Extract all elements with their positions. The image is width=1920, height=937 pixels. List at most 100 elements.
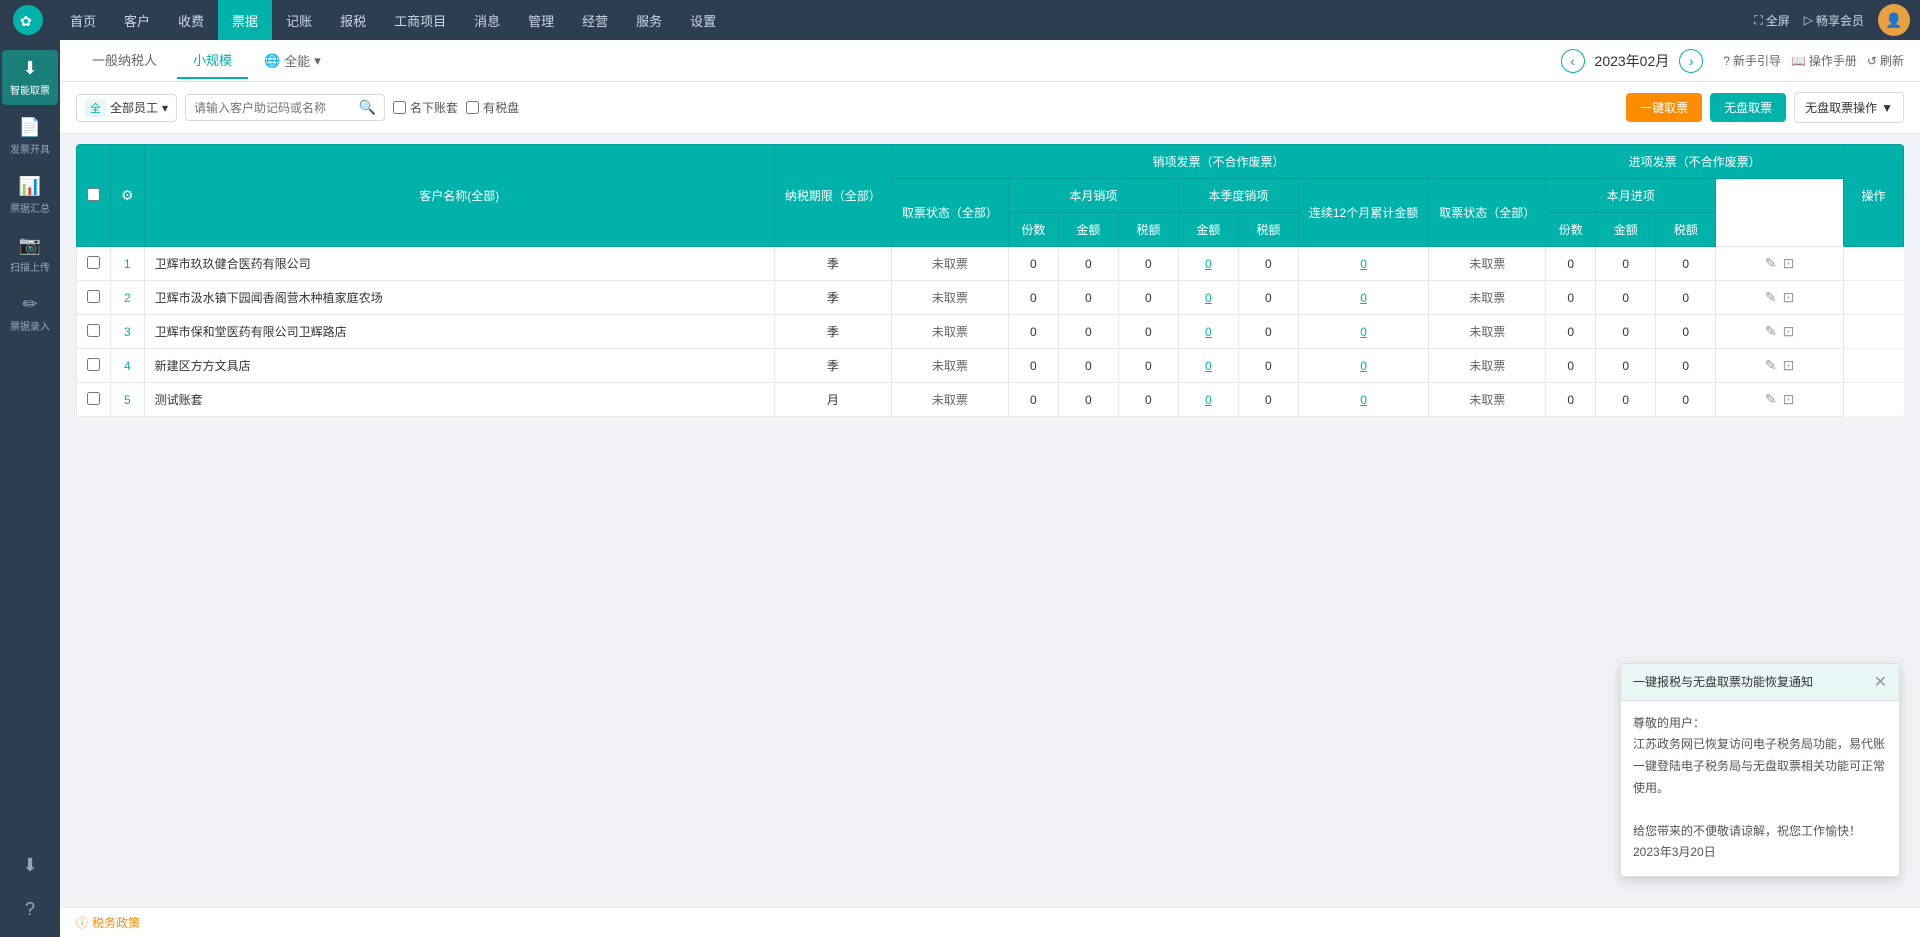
sidebar-question-icon[interactable]: ? [12, 891, 48, 927]
sidebar-item-scan-upload[interactable]: 📷 扫描上传 [2, 227, 58, 282]
fullscreen-btn[interactable]: ⛶ 全屏 [1754, 12, 1789, 29]
cumulative-link[interactable]: 0 [1360, 393, 1367, 407]
info-circle-icon: ⓘ [76, 914, 88, 931]
row-sq-amount: 0 [1178, 247, 1238, 281]
invoice-table: ⚙ 客户名称(全部) 纳税期限（全部） 销项发票（不合作废票） 进项发票（不合作… [76, 144, 1904, 417]
table-settings-icon[interactable]: ⚙ [121, 187, 134, 203]
cumulative-link[interactable]: 0 [1360, 359, 1367, 373]
tax-policy-link[interactable]: ⓘ 税务政策 [76, 914, 140, 931]
row-checkbox[interactable] [87, 256, 100, 269]
row-checkbox[interactable] [87, 358, 100, 371]
my-accounts-checkbox[interactable] [393, 101, 406, 114]
sidebar-bottom: ⬇ ? [12, 847, 48, 937]
select-all-checkbox[interactable] [87, 188, 100, 201]
tax-disk-checkbox-label[interactable]: 有税盘 [466, 99, 519, 116]
th-tax-period: 纳税期限（全部） [774, 145, 891, 247]
nav-home[interactable]: 首页 [56, 0, 110, 40]
tab-general-taxpayer[interactable]: 一般纳税人 [76, 42, 173, 79]
no-disk-ops-btn[interactable]: 无盘取票操作 ▼ [1794, 92, 1904, 123]
row-actions: ✎ ⊡ [1716, 349, 1844, 383]
next-month-btn[interactable]: › [1679, 49, 1703, 73]
sidebar-item-invoice-issue[interactable]: 📄 发票开具 [2, 109, 58, 164]
nav-service[interactable]: 服务 [622, 0, 676, 40]
notification-title: 一键报税与无盘取票功能恢复通知 [1633, 673, 1813, 690]
ticket-entry-icon: ✏ [22, 294, 37, 315]
view-icon[interactable]: ⊡ [1783, 289, 1795, 306]
sq-amount-link[interactable]: 0 [1205, 257, 1212, 271]
one-key-ticket-btn[interactable]: 一键取票 [1626, 93, 1702, 122]
row-checkbox[interactable] [87, 290, 100, 303]
sq-amount-link[interactable]: 0 [1205, 393, 1212, 407]
row-pm-tax: 0 [1656, 315, 1716, 349]
row-checkbox-cell [77, 247, 111, 281]
sq-amount-link[interactable]: 0 [1205, 291, 1212, 305]
th-pm-copies: 份数 [1546, 213, 1596, 247]
row-index: 5 [111, 383, 145, 417]
cumulative-link[interactable]: 0 [1360, 291, 1367, 305]
question-icon: ? [1723, 54, 1730, 68]
bottom-bar: ⓘ 税务政策 [60, 907, 1920, 937]
sidebar-download-icon[interactable]: ⬇ [12, 847, 48, 883]
row-tax-period: 季 [774, 315, 891, 349]
notification-close-btn[interactable]: ✕ [1874, 672, 1887, 692]
nav-message[interactable]: 消息 [460, 0, 514, 40]
row-pm-amount: 0 [1596, 315, 1656, 349]
no-disk-ticket-btn[interactable]: 无盘取票 [1710, 93, 1786, 122]
sidebar: ⬇ 智能取票 📄 发票开具 📊 票据汇总 📷 扫描上传 ✏ 票据录入 ⬇ ? [0, 40, 60, 937]
employee-select[interactable]: 全 全部员工 ▾ [76, 94, 177, 122]
nav-fee[interactable]: 收费 [164, 0, 218, 40]
tab-small-scale[interactable]: 小规模 [177, 42, 248, 79]
nav-business[interactable]: 工商项目 [380, 0, 460, 40]
row-pm-copies: 0 [1546, 349, 1596, 383]
search-input[interactable] [194, 101, 355, 115]
edit-icon[interactable]: ✎ [1765, 289, 1777, 306]
row-pm-amount: 0 [1596, 349, 1656, 383]
row-customer: 卫辉市玖玖健合医药有限公司 [144, 247, 774, 281]
edit-icon[interactable]: ✎ [1765, 255, 1777, 272]
row-purchase-status: 未取票 [1429, 383, 1546, 417]
view-icon[interactable]: ⊡ [1783, 357, 1795, 374]
table-body: 1 卫辉市玖玖健合医药有限公司 季 未取票 0 0 0 0 0 0 未取票 0 … [77, 247, 1904, 417]
nav-settings[interactable]: 设置 [676, 0, 730, 40]
nav-bookkeeping[interactable]: 记账 [272, 0, 326, 40]
row-sm-tax: 0 [1118, 281, 1178, 315]
app-logo[interactable]: ✿ [10, 2, 46, 38]
row-checkbox[interactable] [87, 392, 100, 405]
edit-icon[interactable]: ✎ [1765, 357, 1777, 374]
row-purchase-status: 未取票 [1429, 349, 1546, 383]
refresh-btn[interactable]: ↺ 刷新 [1867, 52, 1904, 69]
cumulative-link[interactable]: 0 [1360, 325, 1367, 339]
sidebar-item-ticket-entry[interactable]: ✏ 票据录入 [2, 286, 58, 341]
cumulative-link[interactable]: 0 [1360, 257, 1367, 271]
sq-amount-link[interactable]: 0 [1205, 359, 1212, 373]
nav-client[interactable]: 客户 [110, 0, 164, 40]
new-guide-btn[interactable]: ? 新手引导 [1723, 52, 1781, 69]
my-accounts-checkbox-label[interactable]: 名下账套 [393, 99, 458, 116]
row-checkbox[interactable] [87, 324, 100, 337]
nav-tax[interactable]: 报税 [326, 0, 380, 40]
current-month: 2023年02月 [1595, 51, 1670, 71]
view-icon[interactable]: ⊡ [1783, 391, 1795, 408]
sq-amount-link[interactable]: 0 [1205, 325, 1212, 339]
row-purchase-status: 未取票 [1429, 315, 1546, 349]
edit-icon[interactable]: ✎ [1765, 323, 1777, 340]
tab-all-capability[interactable]: 🌐 全能 ▾ [252, 43, 333, 78]
row-sq-amount: 0 [1178, 383, 1238, 417]
edit-icon[interactable]: ✎ [1765, 391, 1777, 408]
invoice-issue-icon: 📄 [19, 117, 41, 138]
user-avatar[interactable]: 👤 [1878, 4, 1910, 36]
nav-management[interactable]: 管理 [514, 0, 568, 40]
prev-month-btn[interactable]: ‹ [1561, 49, 1585, 73]
nav-operation[interactable]: 经营 [568, 0, 622, 40]
tax-disk-checkbox[interactable] [466, 101, 479, 114]
row-cumulative: 0 [1298, 383, 1428, 417]
search-icon[interactable]: 🔍 [359, 99, 376, 116]
sidebar-item-smart-ticket[interactable]: ⬇ 智能取票 [2, 50, 58, 105]
manual-btn[interactable]: 📖 操作手册 [1791, 52, 1857, 69]
nav-invoice[interactable]: 票据 [218, 0, 272, 40]
view-icon[interactable]: ⊡ [1783, 323, 1795, 340]
th-cumulative-12: 连续12个月累计金额 [1298, 179, 1428, 247]
view-icon[interactable]: ⊡ [1783, 255, 1795, 272]
sidebar-item-ticket-summary[interactable]: 📊 票据汇总 [2, 168, 58, 223]
member-btn[interactable]: ▷ 畅享会员 [1804, 12, 1864, 29]
